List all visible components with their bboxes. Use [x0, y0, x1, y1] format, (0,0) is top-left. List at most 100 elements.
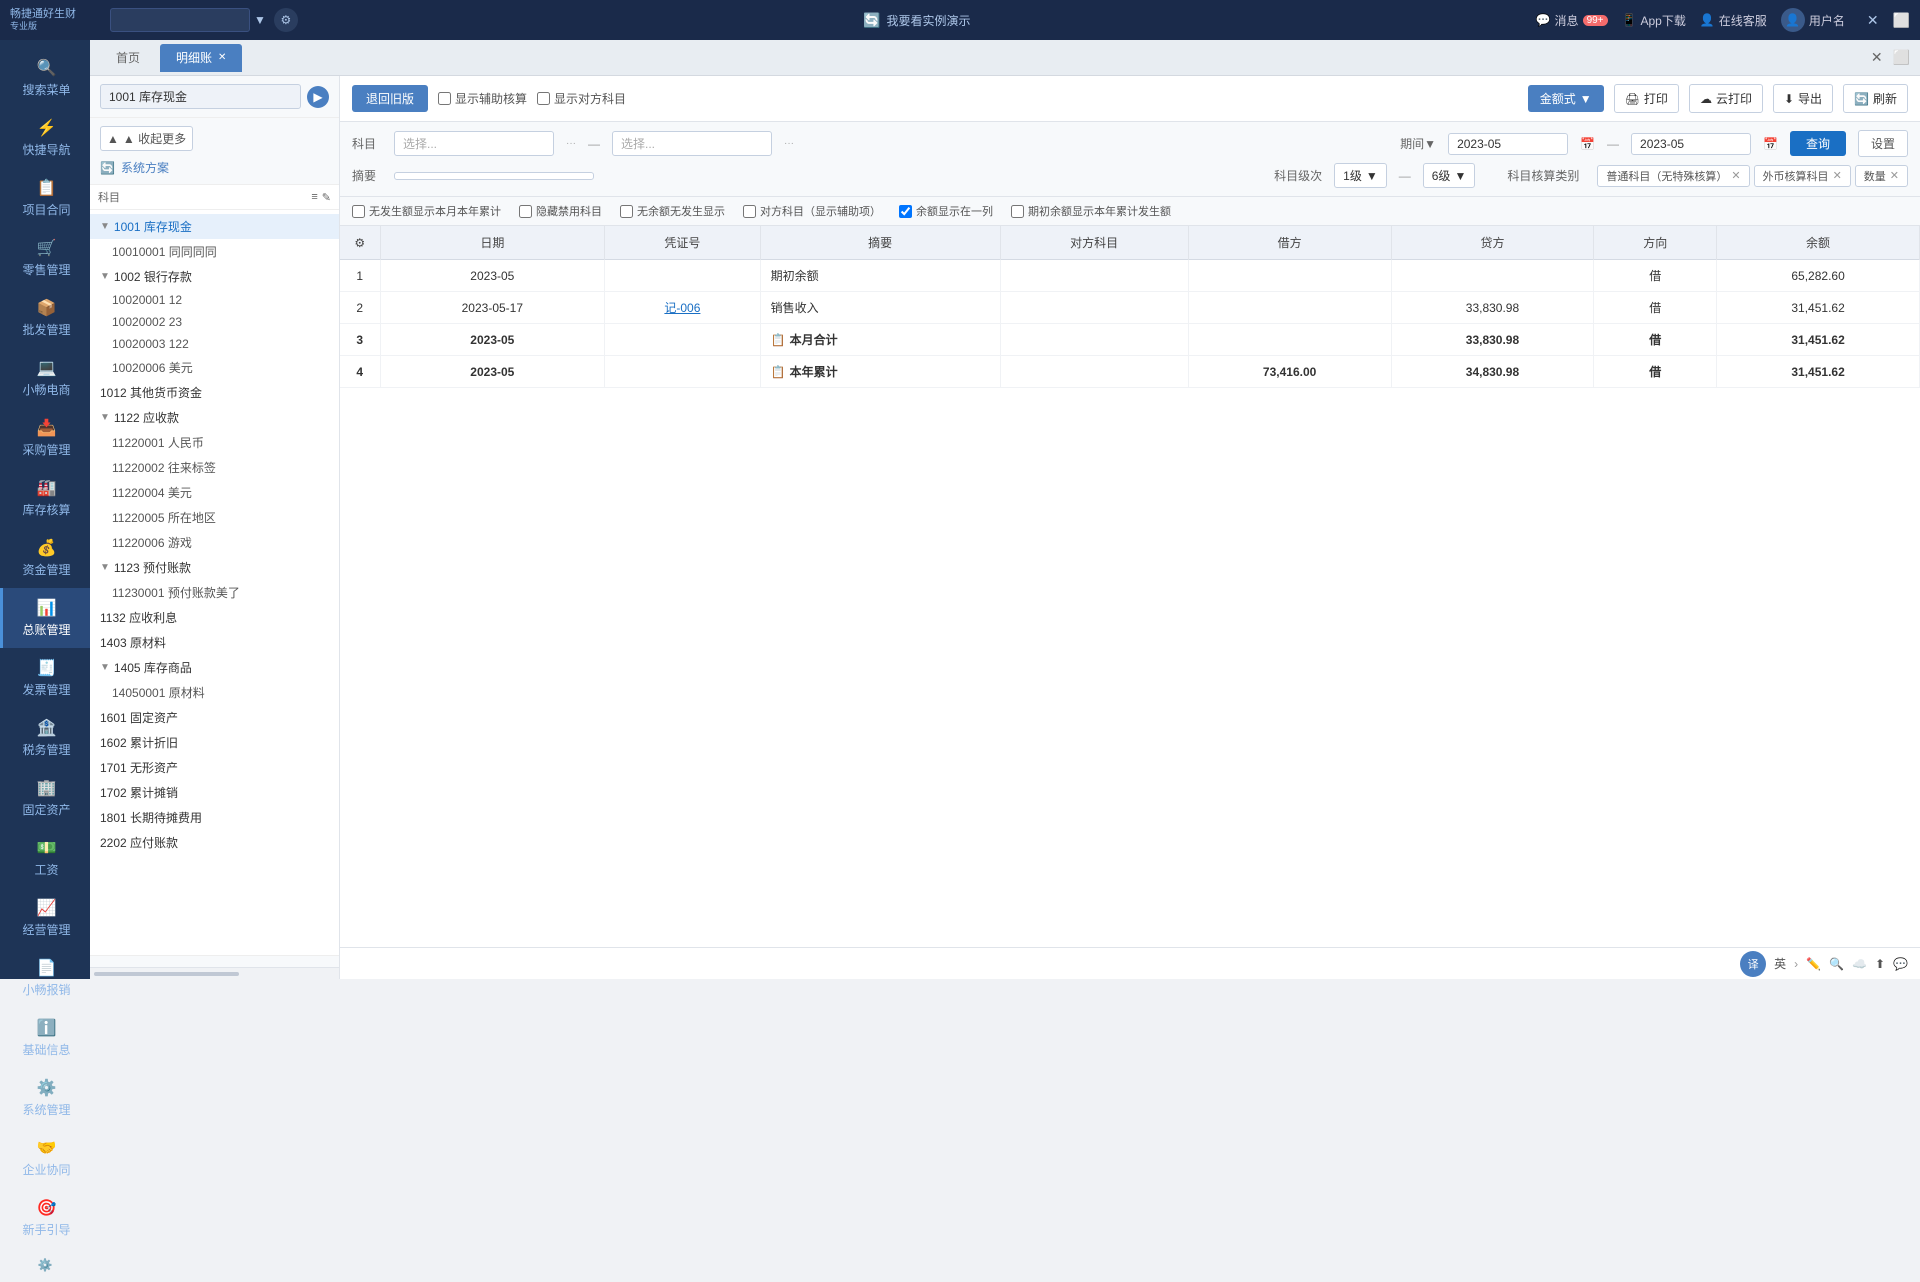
tree-item-10020003[interactable]: 10020003 122: [90, 333, 339, 355]
sidebar-item-inventory[interactable]: 🏭 库存核算: [0, 468, 90, 528]
tree-item-1602[interactable]: 1602 累计折旧: [90, 730, 339, 755]
tree-item-1001[interactable]: ▼ 1001 库存现金: [90, 214, 339, 239]
tree-item-1132[interactable]: 1132 应收利息: [90, 605, 339, 630]
filter-settings-btn[interactable]: 设置: [1858, 130, 1908, 157]
tree-item-10010001[interactable]: 10010001 同同同同: [90, 239, 339, 264]
message-item[interactable]: 💬 消息 99+: [1536, 12, 1608, 29]
tree-item-1123[interactable]: ▼ 1123 预付账款: [90, 555, 339, 580]
sidebar-item-retail[interactable]: 🛒 零售管理: [0, 228, 90, 288]
tree-item-11220005[interactable]: 11220005 所在地区: [90, 505, 339, 530]
print-btn[interactable]: 🖨 打印: [1614, 84, 1679, 113]
show-aux-checkbox[interactable]: [438, 92, 451, 105]
sidebar-item-cooperation[interactable]: 🤝 企业协同: [0, 1128, 90, 1188]
tree-item-1702[interactable]: 1702 累计摊销: [90, 780, 339, 805]
tree-scrollbar[interactable]: [90, 967, 339, 979]
tree-item-10020002[interactable]: 10020002 23: [90, 311, 339, 333]
tree-item-11220002[interactable]: 11220002 往来标签: [90, 455, 339, 480]
online-service-item[interactable]: 👤 在线客服: [1700, 12, 1767, 29]
user-area[interactable]: 👤 用户名: [1781, 8, 1845, 32]
demo-text[interactable]: 我要看实例演示: [886, 12, 970, 29]
balance-one-col-checkbox[interactable]: [899, 205, 912, 218]
tree-item-1002[interactable]: ▼ 1002 银行存款: [90, 264, 339, 289]
tag-foreign-close[interactable]: ✕: [1833, 169, 1842, 182]
lang-switch-btn[interactable]: 英: [1774, 955, 1786, 972]
collapse-btn[interactable]: ▲ ▲ 收起更多: [100, 126, 193, 151]
tab-detail[interactable]: 明细账 ✕: [160, 44, 242, 72]
export-btn[interactable]: ⬇ 导出: [1773, 84, 1833, 113]
cell-voucher[interactable]: 记-006: [605, 292, 761, 324]
period-end-input[interactable]: 2023-05: [1631, 133, 1751, 155]
translate-btn[interactable]: 译: [1740, 951, 1766, 977]
amount-format-btn[interactable]: 金额式 ▼: [1528, 85, 1604, 112]
system-plan[interactable]: 🔄 系统方案: [100, 159, 329, 176]
sidebar-item-purchase[interactable]: 📥 采购管理: [0, 408, 90, 468]
tree-item-11220004[interactable]: 11220004 美元: [90, 480, 339, 505]
period-filter-label[interactable]: 期间▼: [1400, 135, 1436, 152]
tree-item-2202[interactable]: 2202 应付账款: [90, 830, 339, 855]
sidebar-item-guide[interactable]: 🎯 新手引导: [0, 1188, 90, 1248]
status-search-icon[interactable]: 🔍: [1829, 957, 1844, 971]
status-chat-icon[interactable]: 💬: [1893, 957, 1908, 971]
tree-item-1601[interactable]: 1601 固定资产: [90, 705, 339, 730]
opposite-checkbox[interactable]: [743, 205, 756, 218]
tree-item-1701[interactable]: 1701 无形资产: [90, 755, 339, 780]
top-search-input[interactable]: [110, 8, 250, 32]
subject-filter-input-end[interactable]: 选择...: [612, 131, 772, 156]
maximize-icon[interactable]: ⬜: [1893, 12, 1910, 29]
tab-close-all-icon[interactable]: ✕: [1871, 49, 1883, 66]
tree-item-11230001[interactable]: 11230001 预付账款美了: [90, 580, 339, 605]
status-edit-icon[interactable]: ✏️: [1806, 957, 1821, 971]
tab-detail-close[interactable]: ✕: [218, 52, 226, 63]
sidebar-item-operations[interactable]: 📈 经营管理: [0, 888, 90, 948]
tree-item-1801[interactable]: 1801 长期待摊费用: [90, 805, 339, 830]
sidebar-item-ecommerce[interactable]: 💻 小畅电商: [0, 348, 90, 408]
level-start-select[interactable]: 1级 ▼: [1334, 163, 1387, 188]
cloud-print-btn[interactable]: ☁ 云打印: [1689, 84, 1763, 113]
tree-item-1122[interactable]: ▼ 1122 应收款: [90, 405, 339, 430]
no-occur-checkbox[interactable]: [352, 205, 365, 218]
level-end-select[interactable]: 6级 ▼: [1423, 163, 1476, 188]
edit-icon[interactable]: ✎: [322, 191, 331, 204]
hide-disabled-checkbox[interactable]: [519, 205, 532, 218]
tree-item-11220001[interactable]: 11220001 人民币: [90, 430, 339, 455]
sidebar-item-system[interactable]: ⚙️ 系统管理: [0, 1068, 90, 1128]
period-calendar-end-icon[interactable]: 📅: [1763, 137, 1778, 151]
sidebar-item-assets[interactable]: 🏢 固定资产: [0, 768, 90, 828]
status-upload-icon[interactable]: ⬆: [1875, 957, 1885, 971]
tab-expand-icon[interactable]: ⬜: [1893, 49, 1910, 66]
subject-filter-input[interactable]: 选择...: [394, 131, 554, 156]
sidebar-item-finance[interactable]: 💰 资金管理: [0, 528, 90, 588]
sidebar-item-search-menu[interactable]: 🔍 搜索菜单: [0, 48, 90, 108]
tree-item-1403[interactable]: 1403 原材料: [90, 630, 339, 655]
sidebar-item-invoice[interactable]: 🧾 发票管理: [0, 648, 90, 708]
tree-item-1405[interactable]: ▼ 1405 库存商品: [90, 655, 339, 680]
refresh-btn[interactable]: 🔄 刷新: [1843, 84, 1908, 113]
return-old-btn[interactable]: 退回旧版: [352, 85, 428, 112]
sidebar-item-project[interactable]: 📋 项目合同: [0, 168, 90, 228]
list-view-icon[interactable]: ≡: [311, 191, 317, 204]
summary-filter-input[interactable]: [394, 172, 594, 180]
close-icon[interactable]: ✕: [1867, 12, 1879, 29]
account-selector[interactable]: 1001 库存现金: [100, 84, 301, 109]
tag-normal-close[interactable]: ✕: [1731, 169, 1740, 182]
tree-item-1012[interactable]: 1012 其他货币资金: [90, 380, 339, 405]
period-calendar-start-icon[interactable]: 📅: [1580, 137, 1595, 151]
show-opposite-checkbox[interactable]: [537, 92, 550, 105]
ytd-checkbox[interactable]: [1011, 205, 1024, 218]
sidebar-item-sales-report[interactable]: 📄 小畅报销: [0, 948, 90, 1008]
col-settings[interactable]: ⚙: [340, 226, 380, 260]
sidebar-item-payroll[interactable]: 💵 工资: [0, 828, 90, 888]
tag-quantity-close[interactable]: ✕: [1890, 169, 1899, 182]
search-dropdown-icon[interactable]: ▼: [254, 13, 266, 27]
tree-item-10020006[interactable]: 10020006 美元: [90, 355, 339, 380]
tab-home[interactable]: 首页: [100, 44, 156, 72]
status-cloud-icon[interactable]: ☁️: [1852, 957, 1867, 971]
app-download-item[interactable]: 📱 App下载: [1622, 12, 1686, 29]
sidebar-item-quick-nav[interactable]: ⚡ 快捷导航: [0, 108, 90, 168]
period-start-input[interactable]: 2023-05: [1448, 133, 1568, 155]
query-btn[interactable]: 查询: [1790, 131, 1846, 156]
sidebar-item-wholesale[interactable]: 📦 批发管理: [0, 288, 90, 348]
no-balance-checkbox[interactable]: [620, 205, 633, 218]
settings-icon[interactable]: ⚙: [274, 8, 298, 32]
account-nav-btn[interactable]: ▶: [307, 86, 329, 108]
